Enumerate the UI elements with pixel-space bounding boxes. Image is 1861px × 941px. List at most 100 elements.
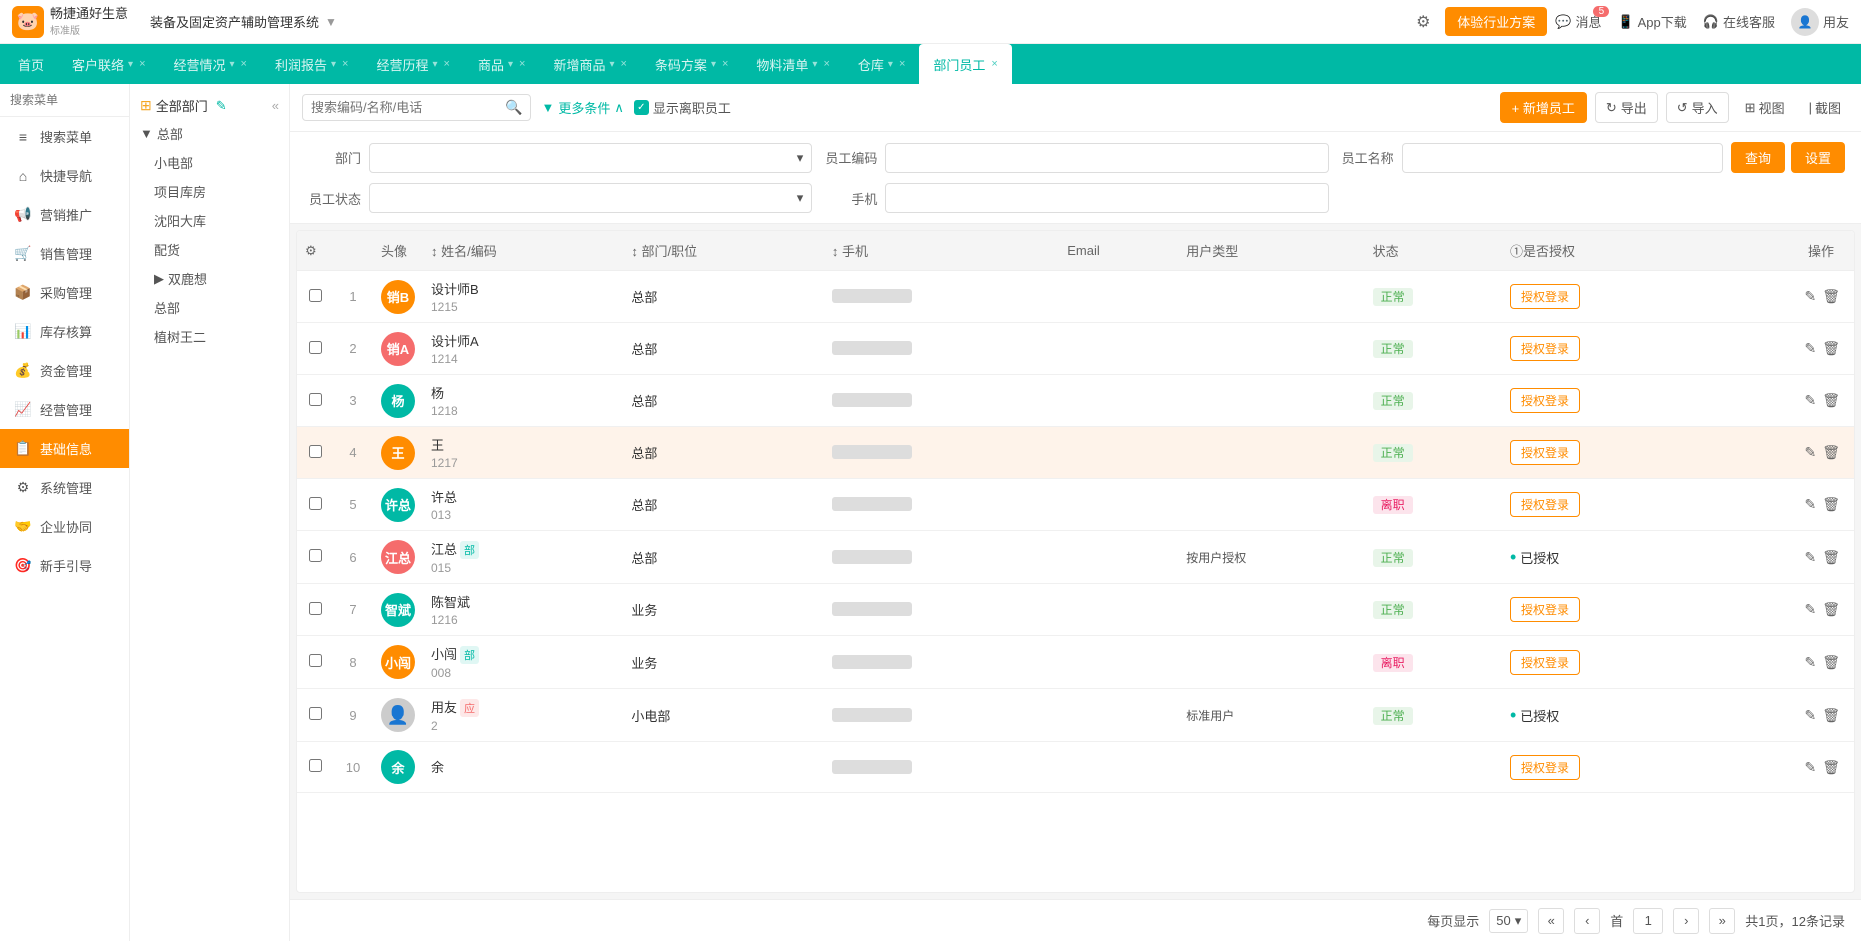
sidebar-search-input[interactable]: [10, 93, 130, 107]
dept-item-peihuo[interactable]: 配货: [130, 235, 289, 264]
tab-operation[interactable]: 经营情况 ▾ ×: [160, 44, 261, 84]
next-page-button[interactable]: ›: [1673, 908, 1699, 934]
edit-button[interactable]: ✎: [1804, 444, 1816, 461]
dept-item-xiangmuliangfang[interactable]: 项目库房: [130, 177, 289, 206]
authorize-button[interactable]: 授权登录: [1510, 755, 1580, 780]
dept-item-zongbu2[interactable]: 总部: [130, 293, 289, 322]
settings-button[interactable]: ⚙: [1409, 8, 1437, 36]
dept-item-shuanglu[interactable]: ▶ 双鹿想: [130, 264, 289, 293]
row-checkbox[interactable]: [309, 393, 322, 406]
sidebar-item-nav[interactable]: ⌂ 快捷导航: [0, 156, 129, 195]
delete-button[interactable]: 🗑: [1822, 496, 1840, 513]
edit-button[interactable]: ✎: [1804, 392, 1816, 409]
sidebar-item-basic[interactable]: 📋 基础信息: [0, 429, 129, 468]
delete-button[interactable]: 🗑: [1822, 392, 1840, 409]
query-button[interactable]: 查询: [1731, 142, 1785, 173]
sidebar-item-inventory[interactable]: 📊 库存核算: [0, 312, 129, 351]
tab-close-icon[interactable]: ×: [444, 58, 450, 70]
delete-button[interactable]: 🗑: [1822, 707, 1840, 724]
row-checkbox[interactable]: [309, 341, 322, 354]
last-page-button[interactable]: »: [1709, 908, 1735, 934]
per-page-select[interactable]: 50 ▾: [1489, 909, 1528, 933]
tab-close-icon[interactable]: ×: [899, 58, 905, 70]
sidebar-item-collab[interactable]: 🤝 企业协同: [0, 507, 129, 546]
tab-close-icon[interactable]: ×: [620, 58, 626, 70]
import-button[interactable]: ↺ 导入: [1666, 92, 1729, 123]
first-page-button[interactable]: «: [1538, 908, 1564, 934]
tab-history[interactable]: 经营历程 ▾ ×: [362, 44, 463, 84]
sidebar-item-sales[interactable]: 🛒 销售管理: [0, 234, 129, 273]
sidebar-item-finance[interactable]: 💰 资金管理: [0, 351, 129, 390]
search-icon[interactable]: 🔍: [505, 99, 522, 116]
sidebar-item-purchase[interactable]: 📦 采购管理: [0, 273, 129, 312]
print-button[interactable]: | 截图: [1801, 93, 1849, 122]
trial-button[interactable]: 体验行业方案: [1445, 7, 1547, 36]
sidebar-item-operations[interactable]: 📈 经营管理: [0, 390, 129, 429]
dept-item-shenyang[interactable]: 沈阳大库: [130, 206, 289, 235]
tab-dept-staff[interactable]: 部门员工 ×: [919, 44, 1011, 84]
user-menu[interactable]: 👤 用友: [1791, 8, 1849, 36]
view-button[interactable]: ⊞ 视图: [1737, 93, 1793, 122]
delete-button[interactable]: 🗑: [1822, 654, 1840, 671]
tab-close-icon[interactable]: ×: [722, 58, 728, 70]
row-checkbox[interactable]: [309, 289, 322, 302]
delete-button[interactable]: 🗑: [1822, 340, 1840, 357]
status-filter-select[interactable]: ▾: [369, 183, 812, 213]
authorize-button[interactable]: 授权登录: [1510, 492, 1580, 517]
sidebar-item-search[interactable]: ≡ 搜索菜单: [0, 117, 129, 156]
prev-page-button[interactable]: ‹: [1574, 908, 1600, 934]
th-dept[interactable]: ↕ 部门/职位: [623, 231, 823, 271]
row-checkbox[interactable]: [309, 602, 322, 615]
tab-add-goods[interactable]: 新增商品 ▾ ×: [539, 44, 640, 84]
online-service-button[interactable]: 🎧 在线客服: [1703, 12, 1775, 31]
row-checkbox[interactable]: [309, 497, 322, 510]
phone-filter-input[interactable]: [885, 183, 1328, 213]
delete-button[interactable]: 🗑: [1822, 444, 1840, 461]
dept-filter-select[interactable]: ▾: [369, 143, 812, 173]
edit-button[interactable]: ✎: [1804, 707, 1816, 724]
dropdown-arrow-icon[interactable]: ▼: [325, 15, 337, 29]
tab-home[interactable]: 首页: [4, 44, 58, 84]
current-page[interactable]: 1: [1633, 908, 1663, 934]
sidebar-item-marketing[interactable]: 📢 营销推广: [0, 195, 129, 234]
message-button[interactable]: 💬 消息 5: [1555, 12, 1601, 31]
edit-button[interactable]: ✎: [1804, 496, 1816, 513]
tab-close-icon[interactable]: ×: [823, 58, 829, 70]
tab-profit[interactable]: 利润报告 ▾ ×: [261, 44, 362, 84]
app-download-button[interactable]: 📱 App下载: [1617, 12, 1686, 31]
tab-close-icon[interactable]: ×: [991, 58, 997, 70]
edit-button[interactable]: ✎: [1804, 759, 1816, 776]
tab-close-icon[interactable]: ×: [241, 58, 247, 70]
more-filter-button[interactable]: ▼ 更多条件 ∧: [541, 98, 623, 117]
edit-button[interactable]: ✎: [1804, 549, 1816, 566]
add-employee-button[interactable]: + 新增员工: [1500, 92, 1587, 123]
dept-panel-header[interactable]: ⊞ 全部部门 ✎ «: [130, 92, 289, 119]
tab-customer[interactable]: 客户联络 ▾ ×: [58, 44, 159, 84]
edit-button[interactable]: ✎: [1804, 340, 1816, 357]
authorize-button[interactable]: 授权登录: [1510, 597, 1580, 622]
dept-collapse-icon[interactable]: «: [272, 98, 279, 113]
code-filter-input[interactable]: [885, 143, 1328, 173]
delete-button[interactable]: 🗑: [1822, 601, 1840, 618]
show-resigned-checkbox[interactable]: ✓ 显示离职员工: [634, 98, 731, 117]
row-checkbox[interactable]: [309, 707, 322, 720]
tab-close-icon[interactable]: ×: [139, 58, 145, 70]
edit-button[interactable]: ✎: [1804, 601, 1816, 618]
delete-button[interactable]: 🗑: [1822, 288, 1840, 305]
tab-warehouse[interactable]: 仓库 ▾ ×: [844, 44, 919, 84]
tab-close-icon[interactable]: ×: [519, 58, 525, 70]
authorize-button[interactable]: 授权登录: [1510, 440, 1580, 465]
authorize-button[interactable]: 授权登录: [1510, 650, 1580, 675]
authorize-button[interactable]: 授权登录: [1510, 336, 1580, 361]
export-button[interactable]: ↻ 导出: [1595, 92, 1658, 123]
sidebar-item-system[interactable]: ⚙ 系统管理: [0, 468, 129, 507]
tab-goods[interactable]: 商品 ▾ ×: [464, 44, 539, 84]
authorize-button[interactable]: 授权登录: [1510, 284, 1580, 309]
row-checkbox[interactable]: [309, 759, 322, 772]
dept-item-xiaodianbu[interactable]: 小电部: [130, 148, 289, 177]
search-input[interactable]: [311, 100, 501, 115]
delete-button[interactable]: 🗑: [1822, 549, 1840, 566]
dept-item-zongbu[interactable]: ▼ 总部: [130, 119, 289, 148]
tab-bom[interactable]: 物料清单 ▾ ×: [742, 44, 843, 84]
filter-settings-button[interactable]: 设置: [1791, 142, 1845, 173]
